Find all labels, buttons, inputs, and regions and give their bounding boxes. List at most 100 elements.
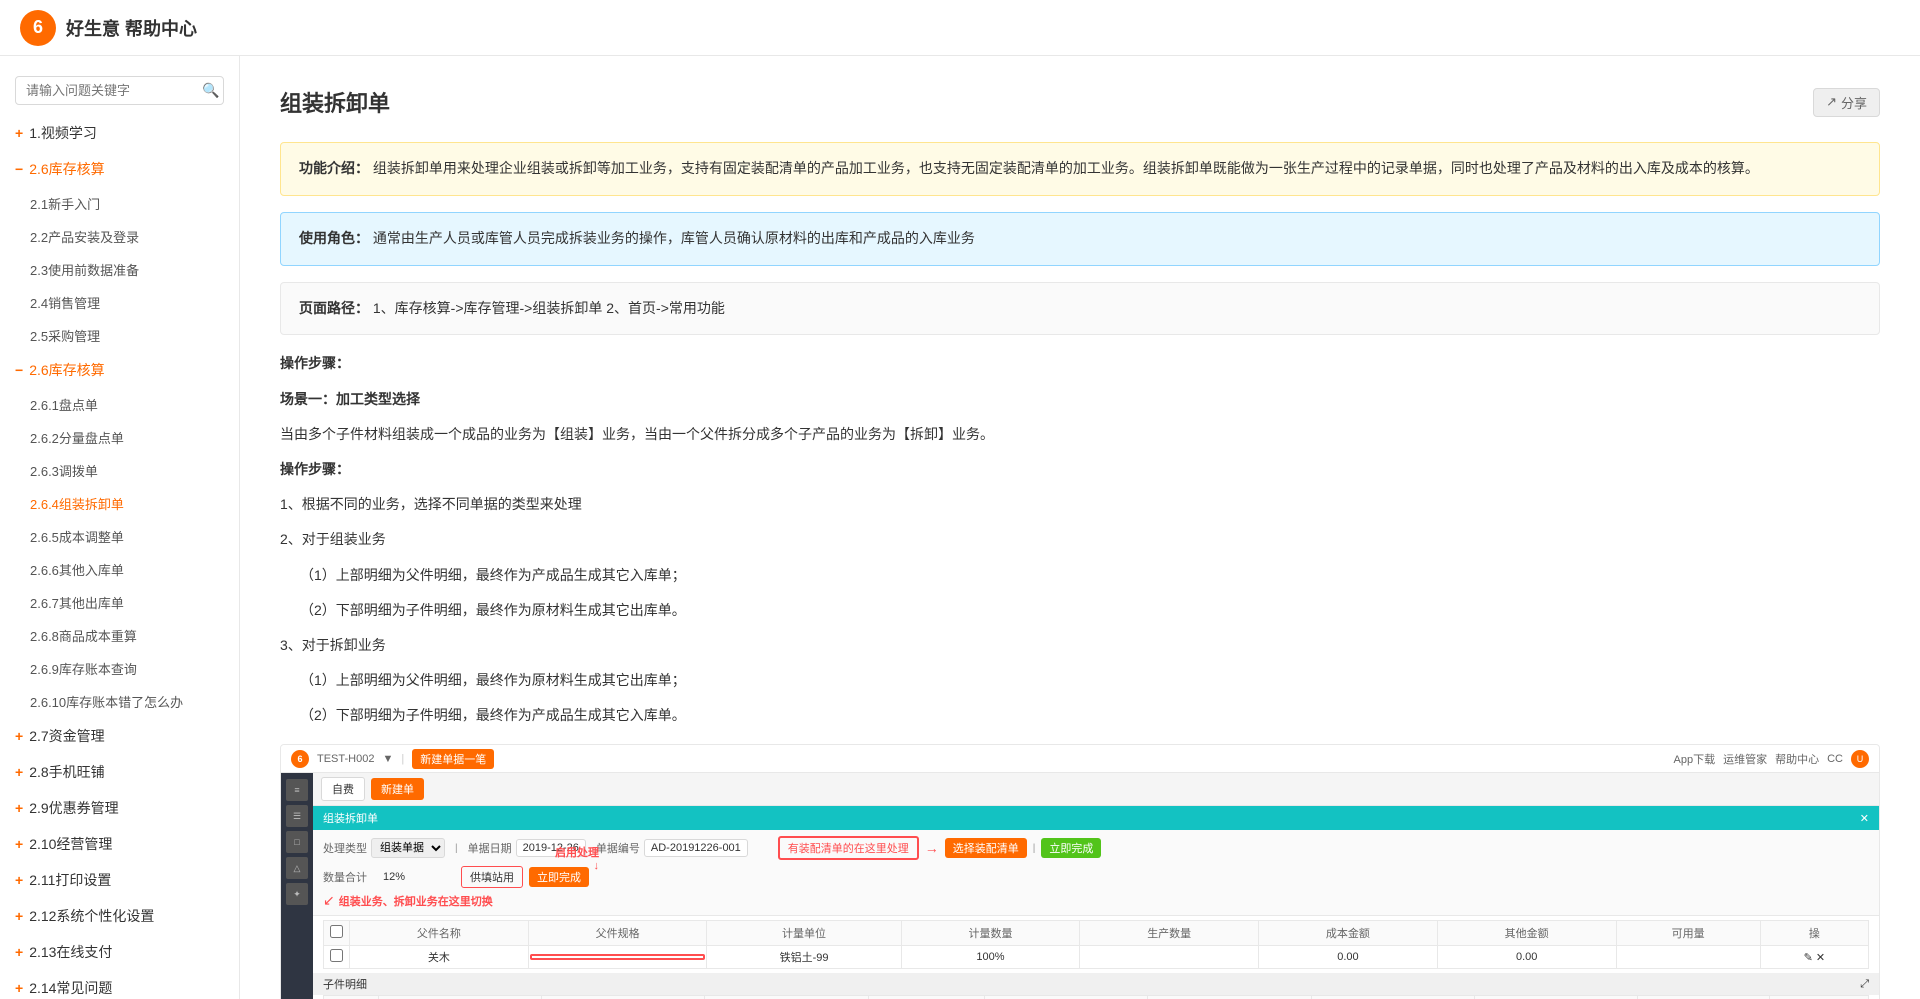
search-box[interactable]: 🔍 <box>15 76 224 105</box>
mock-qty-label: 数量合计 <box>323 869 367 885</box>
sidebar-item-faq[interactable]: + 2.14常见问题 <box>0 970 239 999</box>
mock-section-header: 组装拆卸单 ✕ <box>313 806 1879 830</box>
path-label: 页面路径： <box>299 300 369 316</box>
mock-dropdown-icon: ▼ <box>382 753 393 765</box>
mock-enable-input[interactable]: 供填站用 <box>461 866 523 888</box>
mock-tabs: 自费 新建单 <box>313 773 1879 806</box>
mock-ops-link[interactable]: 运维管家 <box>1723 751 1767 767</box>
search-input[interactable] <box>26 83 202 98</box>
sidebar-item-goods-cost[interactable]: 2.6.8商品成本重算 <box>0 619 239 652</box>
mock-parent-row1-qty: 100% <box>901 946 1080 969</box>
mock-th-avail: 可用量 <box>1616 921 1760 946</box>
sidebar-item-prepare[interactable]: 2.3使用前数据准备 <box>0 253 239 286</box>
logo-icon: 6 <box>20 10 56 46</box>
sidebar-item-docs[interactable]: − 2.6库存核算 <box>0 151 239 187</box>
sidebar-item-mgmt[interactable]: + 2.10经营管理 <box>0 826 239 862</box>
collapse-icon: − <box>15 161 23 177</box>
sidebar-item-purchase[interactable]: 2.5采购管理 <box>0 319 239 352</box>
mock-close-icon[interactable]: ✕ <box>1860 812 1869 825</box>
mock-left-nav: ≡ ☰ □ △ ✦ <box>281 773 313 999</box>
sidebar-item-in-other[interactable]: 2.6.6其他入库单 <box>0 553 239 586</box>
sidebar-item-partial[interactable]: 2.6.2分量盘点单 <box>0 421 239 454</box>
mock-sep2: | <box>1033 843 1036 854</box>
sidebar-item-gold[interactable]: + 2.7资金管理 <box>0 718 239 754</box>
mock-parent-row1-cb <box>324 946 350 969</box>
sidebar-item-mobile[interactable]: + 2.8手机旺铺 <box>0 754 239 790</box>
mock-confirm-btn[interactable]: 立即完成 <box>1041 838 1101 858</box>
print-expand-icon: + <box>15 872 23 888</box>
mobile-expand-icon: + <box>15 764 23 780</box>
mock-child-label: 子件明细 <box>323 976 367 992</box>
mock-select-all[interactable] <box>330 925 343 938</box>
mock-company: TEST-H002 <box>317 753 374 765</box>
step1: 1、根据不同的业务，选择不同单据的类型来处理 <box>280 492 1880 517</box>
sidebar-item-system[interactable]: + 2.12系统个性化设置 <box>0 898 239 934</box>
function-intro-box: 功能介绍： 组装拆卸单用来处理企业组装或拆卸等加工业务，支持有固定装配清单的产品… <box>280 142 1880 196</box>
mock-edit-icon[interactable]: ✎ <box>1804 952 1813 964</box>
sidebar-item-adjust[interactable]: 2.6.3调拨单 <box>0 454 239 487</box>
sidebar-item-count[interactable]: 2.6.1盘点单 <box>0 388 239 421</box>
faq-expand-icon: + <box>15 980 23 996</box>
sidebar-item-sales[interactable]: 2.4销售管理 <box>0 286 239 319</box>
mock-divider1: | <box>401 753 404 765</box>
mock-nav-icon-1: ≡ <box>286 779 308 801</box>
sidebar-item-install[interactable]: 2.2产品安装及登录 <box>0 220 239 253</box>
mock-select-bom-btn[interactable]: 选择装配清单 <box>945 838 1027 858</box>
mock-parent-row1-prod <box>1080 946 1259 969</box>
mock-help-link[interactable]: 帮助中心 <box>1775 751 1819 767</box>
mock-new-btn[interactable]: 新建单据一笔 <box>412 749 494 769</box>
sidebar-item-assembly[interactable]: 2.6.4组装拆卸单 <box>0 487 239 520</box>
sidebar-item-stock-error[interactable]: 2.6.10库存账本错了怎么办 <box>0 685 239 718</box>
mock-parent-row1-avail <box>1616 946 1760 969</box>
mock-type-selector: 处理类型 组装单据 拆卸单据 <box>323 838 445 858</box>
system-expand-icon: + <box>15 908 23 924</box>
mock-order-val[interactable]: AD-20191226-001 <box>644 839 748 857</box>
sidebar-item-inventory[interactable]: − 2.6库存核算 <box>0 352 239 388</box>
main-layout: 🔍 + 1.视频学习 − 2.6库存核算 2.1新手入门 2.2产品安装及登录 … <box>0 56 1920 999</box>
mock-header-title: 组装拆卸单 <box>323 810 378 826</box>
sidebar-item-pay[interactable]: + 2.13在线支付 <box>0 934 239 970</box>
search-icon[interactable]: 🔍 <box>202 82 219 99</box>
share-button[interactable]: ↗ 分享 <box>1813 88 1880 117</box>
sidebar-item-cost[interactable]: 2.6.5成本调整单 <box>0 520 239 553</box>
share-label: 分享 <box>1841 93 1867 112</box>
sidebar-item-newbie[interactable]: 2.1新手入门 <box>0 187 239 220</box>
sidebar-item-print[interactable]: + 2.11打印设置 <box>0 862 239 898</box>
mock-row1-checkbox[interactable] <box>330 949 343 962</box>
mock-parent-row1-unit: 铁铝土-99 <box>707 946 901 969</box>
mock-th-prod-qty: 生产数量 <box>1080 921 1259 946</box>
mock-th-cost: 成本金额 <box>1259 921 1438 946</box>
sidebar-item-video[interactable]: + 1.视频学习 <box>0 115 239 151</box>
mock-parent-row1-name: 关木 <box>350 946 529 969</box>
mock-annotation-box-top: 有装配清单的在这里处理 <box>778 836 919 860</box>
mock-type-select[interactable]: 组装单据 拆卸单据 <box>371 838 445 858</box>
mock-content: 自费 新建单 组装拆卸单 ✕ <box>313 773 1879 999</box>
mock-tab-new[interactable]: 新建单 <box>371 778 424 800</box>
logo-area: 6 好生意 帮助中心 <box>20 10 260 46</box>
mock-parent-row1-spec <box>528 946 707 969</box>
sidebar-item-coupon[interactable]: + 2.9优惠券管理 <box>0 790 239 826</box>
mock-type-label: 处理类型 <box>323 840 367 856</box>
mock-form-area: 处理类型 组装单据 拆卸单据 | 单据日期 2019-12-26 <box>313 830 1879 916</box>
step3-sub1: （1）上部明细为父件明细，最终作为原材料生成其它出库单； <box>280 668 1880 693</box>
sidebar-item-stock-query[interactable]: 2.6.9库存账本查询 <box>0 652 239 685</box>
mock-parent-row1-other: 0.00 <box>1437 946 1616 969</box>
steps-label: 操作步骤： <box>280 457 1880 482</box>
mock-order-label: 单据编号 <box>596 840 640 856</box>
mock-enable-annotation: 启用处理 ↓ <box>555 844 599 872</box>
function-intro-text: 组装拆卸单用来处理企业组装或拆卸等加工业务，支持有固定装配清单的产品加工业务，也… <box>373 160 1759 176</box>
mock-app-link[interactable]: App下载 <box>1674 751 1716 767</box>
mock-logo: 6 <box>291 750 309 768</box>
mock-arrow-right: → <box>925 840 939 856</box>
mock-screen: 6 TEST-H002 ▼ | 新建单据一笔 App下载 运维管家 帮助中心 C… <box>281 745 1879 999</box>
sidebar-item-out-other[interactable]: 2.6.7其他出库单 <box>0 586 239 619</box>
mock-delete-icon[interactable]: ✕ <box>1816 952 1825 964</box>
mock-cc-link[interactable]: CC <box>1827 753 1843 765</box>
screenshot-container: 6 TEST-H002 ▼ | 新建单据一笔 App下载 运维管家 帮助中心 C… <box>280 744 1880 999</box>
mock-expand-icon2[interactable]: ⤢ <box>1860 978 1869 991</box>
mock-parent-spec-highlight[interactable] <box>530 954 706 960</box>
mock-tab-zifei[interactable]: 自费 <box>321 777 365 801</box>
mock-nav-icon-4: △ <box>286 857 308 879</box>
step2: 2、对于组装业务 <box>280 527 1880 552</box>
mock-annotation-top-text: 有装配清单的在这里处理 <box>788 843 909 855</box>
